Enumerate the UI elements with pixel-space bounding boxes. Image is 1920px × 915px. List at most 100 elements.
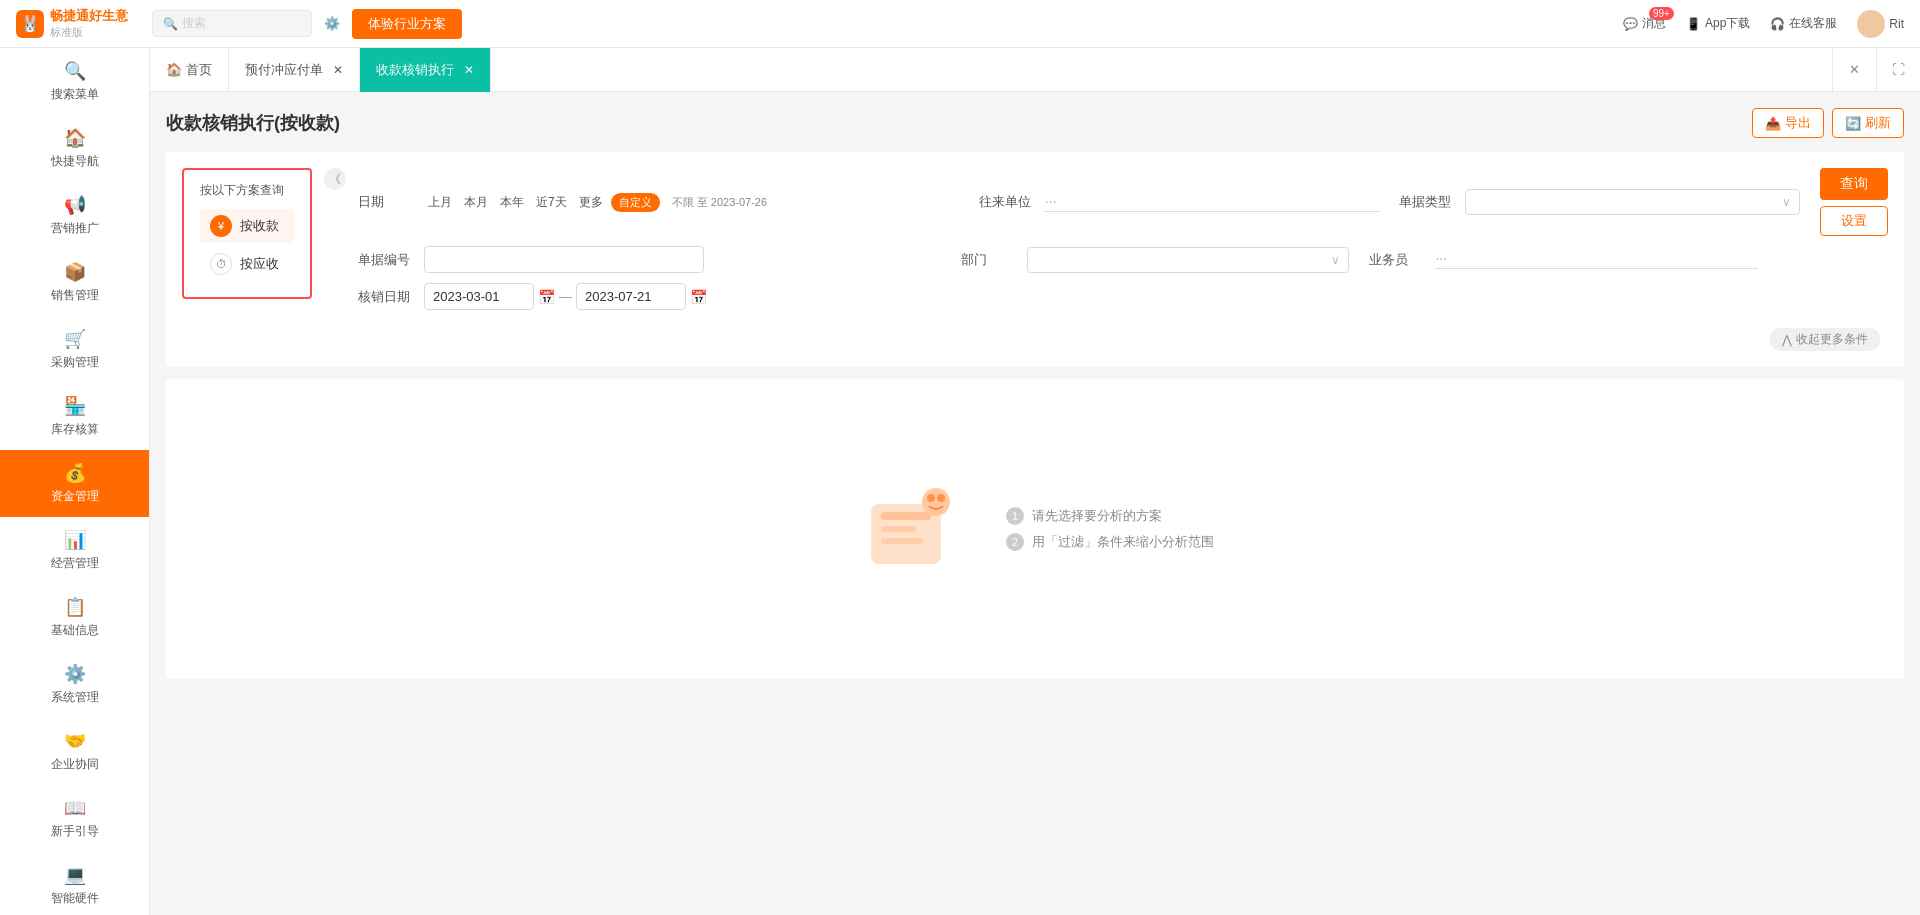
filter-form: 日期 上月 本月 本年 近7天 更多 自定义 不限 至 2023-07-26 xyxy=(358,168,1888,351)
online-service-label: 在线客服 xyxy=(1789,15,1837,32)
logo-badge: 标准版 xyxy=(50,25,128,40)
sidebar-label-8: 基础信息 xyxy=(51,622,99,639)
sidebar-label-4: 采购管理 xyxy=(51,354,99,371)
svg-rect-2 xyxy=(881,526,916,532)
date-7days[interactable]: 近7天 xyxy=(532,192,571,213)
calendar-end-icon[interactable]: 📅 xyxy=(690,289,707,305)
sidebar-item-1[interactable]: 🏠快捷导航 xyxy=(0,115,149,182)
refresh-icon: 🔄 xyxy=(1845,116,1861,131)
message-button[interactable]: 💬 消息 99+ xyxy=(1623,15,1666,32)
sidebar-item-8[interactable]: 📋基础信息 xyxy=(0,584,149,651)
solution-button[interactable]: 体验行业方案 xyxy=(352,9,462,39)
empty-tip-1-text: 请先选择要分析的方案 xyxy=(1032,507,1162,525)
tab-expand-button[interactable]: ⛶ xyxy=(1876,48,1920,92)
online-service-button[interactable]: 🎧 在线客服 xyxy=(1770,15,1837,32)
empty-svg xyxy=(856,474,966,584)
search-bar[interactable]: 🔍 搜索 xyxy=(152,10,312,37)
date-quick-buttons: 上月 本月 本年 近7天 更多 自定义 xyxy=(424,192,660,213)
message-icon: 💬 xyxy=(1623,17,1638,31)
verifydate-end-input[interactable] xyxy=(576,283,686,310)
svg-point-4 xyxy=(922,488,950,516)
tab-close-all-button[interactable]: ✕ xyxy=(1832,48,1876,92)
sidebar-item-10[interactable]: 🤝企业协同 xyxy=(0,718,149,785)
sidebar-item-9[interactable]: ⚙️系统管理 xyxy=(0,651,149,718)
tab-prepay-close[interactable]: ✕ xyxy=(333,63,343,77)
dept-select[interactable]: ∨ xyxy=(1027,247,1350,273)
avatar xyxy=(1857,10,1885,38)
filter-collapse-button[interactable]: 《 xyxy=(324,168,346,190)
sidebar-label-5: 库存核算 xyxy=(51,421,99,438)
app-download-label: App下载 xyxy=(1705,15,1750,32)
sidebar-icon-2: 📢 xyxy=(64,194,86,216)
tab-prepay-label: 预付冲应付单 xyxy=(245,61,323,79)
sidebar-icon-10: 🤝 xyxy=(64,730,86,752)
sidebar-item-7[interactable]: 📊经营管理 xyxy=(0,517,149,584)
filter-option-receipt-label: 按收款 xyxy=(240,217,279,235)
docno-label: 单据编号 xyxy=(358,251,418,269)
tab-home[interactable]: 🏠 首页 xyxy=(150,48,229,92)
sidebar-item-4[interactable]: 🛒采购管理 xyxy=(0,316,149,383)
sidebar-item-0[interactable]: 🔍搜索菜单 xyxy=(0,48,149,115)
svg-point-6 xyxy=(937,494,945,502)
settings-button[interactable]: 设置 xyxy=(1820,206,1888,236)
app-logo: 🐰 畅捷通好生意 标准版 xyxy=(16,7,128,40)
sidebar-label-11: 新手引导 xyxy=(51,823,99,840)
user-profile[interactable]: Rit xyxy=(1857,10,1904,38)
collapse-more-label: 收起更多条件 xyxy=(1796,331,1868,348)
settings-icon[interactable]: ⚙️ xyxy=(324,16,340,31)
collapse-more-row: ⋀ 收起更多条件 xyxy=(358,328,1888,351)
sidebar: 🔍搜索菜单🏠快捷导航📢营销推广📦销售管理🛒采购管理🏪库存核算💰资金管理📊经营管理… xyxy=(0,48,150,915)
staff-dots[interactable]: ··· xyxy=(1435,250,1447,266)
top-bar: 🐰 畅捷通好生意 标准版 🔍 搜索 ⚙️ 体验行业方案 💬 消息 99+ 📱 A… xyxy=(0,0,1920,48)
tab-collection[interactable]: 收款核销执行 ✕ xyxy=(360,48,491,92)
empty-state: 1 请先选择要分析的方案 2 用「过滤」条件来缩小分析范围 xyxy=(166,379,1904,679)
calendar-start-icon[interactable]: 📅 xyxy=(538,289,555,305)
tip-num-2: 2 xyxy=(1006,533,1024,551)
tab-collection-close[interactable]: ✕ xyxy=(464,63,474,77)
sidebar-item-12[interactable]: 💻智能硬件 xyxy=(0,852,149,915)
export-button[interactable]: 📤 导出 xyxy=(1752,108,1824,138)
filter-panel-title: 按以下方案查询 xyxy=(200,182,294,199)
refresh-button[interactable]: 🔄 刷新 xyxy=(1832,108,1904,138)
sidebar-item-2[interactable]: 📢营销推广 xyxy=(0,182,149,249)
app-download-icon: 📱 xyxy=(1686,17,1701,31)
filter-option-by-receivable[interactable]: ⏱ 按应收 xyxy=(200,247,294,281)
date-custom-badge[interactable]: 自定义 xyxy=(611,193,660,212)
svg-rect-1 xyxy=(881,512,931,520)
sidebar-item-3[interactable]: 📦销售管理 xyxy=(0,249,149,316)
filter-option-receivable-label: 按应收 xyxy=(240,255,279,273)
sidebar-item-6[interactable]: 💰资金管理 xyxy=(0,450,149,517)
collapse-more-button[interactable]: ⋀ 收起更多条件 xyxy=(1770,328,1880,351)
date-more[interactable]: 更多 xyxy=(575,192,607,213)
verifydate-start-input[interactable] xyxy=(424,283,534,310)
sidebar-icon-11: 📖 xyxy=(64,797,86,819)
top-bar-left: 🐰 畅捷通好生意 标准版 🔍 搜索 ⚙️ 体验行业方案 xyxy=(16,7,462,40)
date-last-month[interactable]: 上月 xyxy=(424,192,456,213)
filter-row-3: 核销日期 📅 — 📅 xyxy=(358,283,1888,310)
filter-option-by-receipt[interactable]: ¥ 按收款 xyxy=(200,209,294,243)
sidebar-icon-6: 💰 xyxy=(64,462,86,484)
sidebar-item-5[interactable]: 🏪库存核算 xyxy=(0,383,149,450)
svg-rect-3 xyxy=(881,538,923,544)
app-download-button[interactable]: 📱 App下载 xyxy=(1686,15,1750,32)
query-button[interactable]: 查询 xyxy=(1820,168,1888,200)
empty-tip-2: 2 用「过滤」条件来缩小分析范围 xyxy=(1006,533,1214,551)
filter-row-1: 日期 上月 本月 本年 近7天 更多 自定义 不限 至 2023-07-26 xyxy=(358,168,1888,236)
filter-row-2: 单据编号 部门 ∨ 业务员 xyxy=(358,246,1888,273)
page-actions: 📤 导出 🔄 刷新 xyxy=(1752,108,1904,138)
date-this-year[interactable]: 本年 xyxy=(496,192,528,213)
svg-point-5 xyxy=(927,494,935,502)
doctype-select[interactable]: ∨ xyxy=(1465,189,1800,215)
filter-buttons: 查询 设置 xyxy=(1820,168,1888,236)
date-this-month[interactable]: 本月 xyxy=(460,192,492,213)
counterparty-dots[interactable]: ··· xyxy=(1045,193,1057,209)
tab-prepay[interactable]: 预付冲应付单 ✕ xyxy=(229,48,360,92)
sidebar-nav: 🔍搜索菜单🏠快捷导航📢营销推广📦销售管理🛒采购管理🏪库存核算💰资金管理📊经营管理… xyxy=(0,48,149,915)
sidebar-item-11[interactable]: 📖 新手引导 xyxy=(0,785,149,852)
sidebar-icon-1: 🏠 xyxy=(64,127,86,149)
counterparty-label: 往来单位 xyxy=(979,193,1039,211)
empty-tip-2-text: 用「过滤」条件来缩小分析范围 xyxy=(1032,533,1214,551)
filter-counterparty-cell: 往来单位 ··· xyxy=(979,193,1380,212)
docno-input[interactable] xyxy=(424,246,704,273)
page-content: 收款核销执行(按收款) 📤 导出 🔄 刷新 按以 xyxy=(150,92,1920,915)
